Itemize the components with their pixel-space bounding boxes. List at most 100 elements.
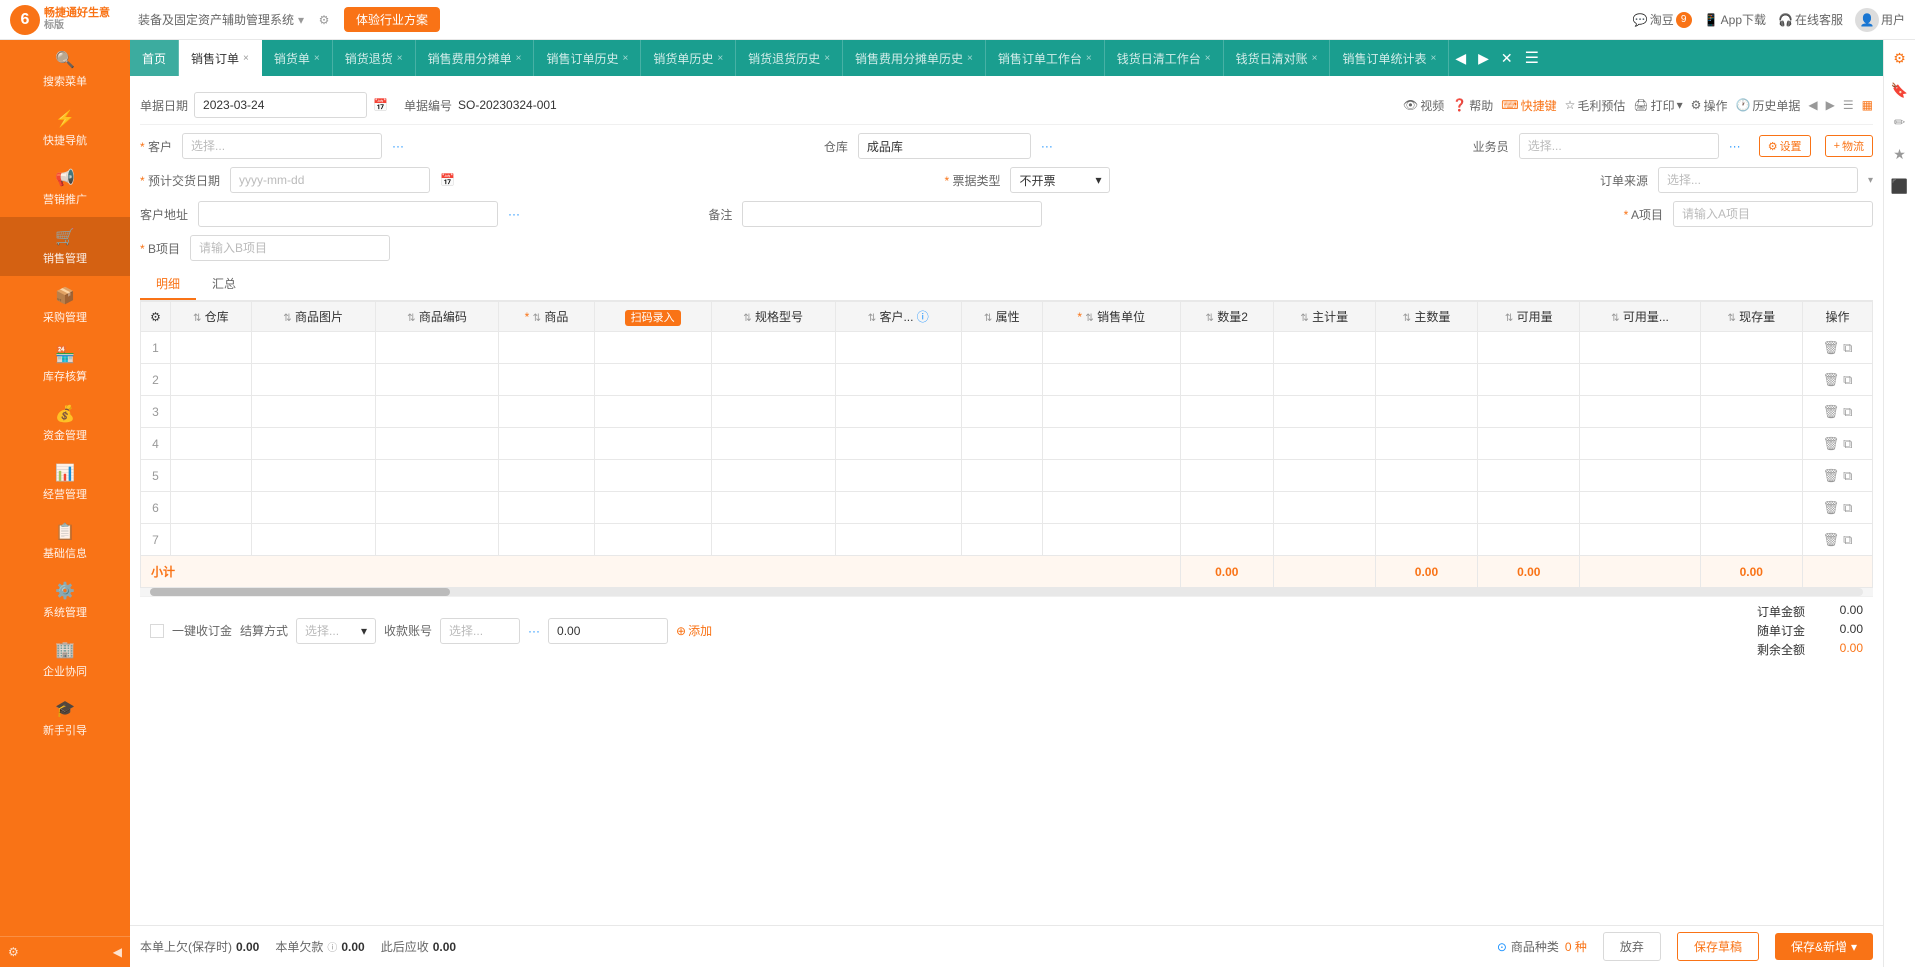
row-6-stock[interactable] — [1700, 492, 1802, 524]
row-2-customer-code[interactable] — [835, 364, 961, 396]
row-7-available2[interactable] — [1580, 524, 1700, 556]
right-icon-edit[interactable]: ✏ — [1886, 108, 1914, 136]
col-image[interactable]: ⇅ 商品图片 — [251, 302, 375, 332]
row-7-spec[interactable] — [711, 524, 835, 556]
account-select[interactable]: 选择... — [440, 618, 520, 644]
row-2-quantity2[interactable] — [1180, 364, 1273, 396]
sidebar-item-guide[interactable]: 🎓 新手引导 — [0, 689, 130, 748]
row-1-attribute[interactable] — [961, 332, 1042, 364]
sidebar-item-enterprise[interactable]: 🏢 企业协同 — [0, 630, 130, 689]
col-quantity2[interactable]: ⇅ 数量2 — [1180, 302, 1273, 332]
row-1-scan[interactable] — [594, 332, 711, 364]
col-available2[interactable]: ⇅ 可用量... — [1580, 302, 1700, 332]
row-1-warehouse[interactable] — [171, 332, 252, 364]
row-6-sales-unit[interactable] — [1042, 492, 1180, 524]
row-2-sales-unit[interactable] — [1042, 364, 1180, 396]
row-7-main-qty[interactable] — [1375, 524, 1477, 556]
row-3-image[interactable] — [251, 396, 375, 428]
row-3-available2[interactable] — [1580, 396, 1700, 428]
row-3-customer-code[interactable] — [835, 396, 961, 428]
settings-icon[interactable]: ⚙ — [312, 8, 336, 32]
row-1-quantity2[interactable] — [1180, 332, 1273, 364]
add-payment-btn[interactable]: ⊕添加 — [676, 622, 712, 639]
row-4-warehouse[interactable] — [171, 428, 252, 460]
tab-close-all-btn[interactable]: ✕ — [1495, 50, 1519, 67]
payment-amount-input[interactable] — [548, 618, 668, 644]
row-3-spec[interactable] — [711, 396, 835, 428]
row-2-scan[interactable] — [594, 364, 711, 396]
sidebar-collapse-icon[interactable]: ◀ — [113, 945, 122, 959]
row-5-code[interactable] — [375, 460, 499, 492]
row-5-scan[interactable] — [594, 460, 711, 492]
row-4-customer-code[interactable] — [835, 428, 961, 460]
row-2-main-unit[interactable] — [1273, 364, 1375, 396]
row-7-attribute[interactable] — [961, 524, 1042, 556]
row-4-sales-unit[interactable] — [1042, 428, 1180, 460]
row-2-spec[interactable] — [711, 364, 835, 396]
salesperson-more-btn[interactable]: ··· — [1729, 139, 1741, 153]
print-btn[interactable]: 🖨打印 ▾ — [1633, 97, 1682, 114]
row-4-main-qty[interactable] — [1375, 428, 1477, 460]
row-1-code[interactable] — [375, 332, 499, 364]
warehouse-more-btn[interactable]: ··· — [1041, 139, 1053, 153]
row-6-scan[interactable] — [594, 492, 711, 524]
row-3-attribute[interactable] — [961, 396, 1042, 428]
tab-sales-return[interactable]: 销货单 × — [262, 40, 333, 76]
tab-cash-reconcile[interactable]: 钱货日清对账 × — [1224, 40, 1331, 76]
tab-home[interactable]: 首页 — [130, 40, 179, 76]
row-2-stock[interactable] — [1700, 364, 1802, 396]
row-4-quantity2[interactable] — [1180, 428, 1273, 460]
customer-input[interactable] — [182, 133, 382, 159]
row-5-available2[interactable] — [1580, 460, 1700, 492]
settings-btn[interactable]: ⚙设置 — [1759, 135, 1811, 157]
date-input[interactable] — [194, 92, 367, 118]
discard-button[interactable]: 放弃 — [1603, 932, 1661, 961]
row-5-available[interactable] — [1478, 460, 1580, 492]
col-available[interactable]: ⇅ 可用量 — [1478, 302, 1580, 332]
online-service-btn[interactable]: 🎧 在线客服 — [1778, 11, 1843, 28]
row-3-stock[interactable] — [1700, 396, 1802, 428]
row-2-delete-icon[interactable]: 🗑 — [1823, 372, 1840, 388]
row-5-image[interactable] — [251, 460, 375, 492]
notification-btn[interactable]: 💬 淘豆 9 — [1633, 11, 1692, 28]
detail-tab-detail[interactable]: 明细 — [140, 269, 196, 300]
row-1-available[interactable] — [1478, 332, 1580, 364]
row-1-main-unit[interactable] — [1273, 332, 1375, 364]
row-6-main-qty[interactable] — [1375, 492, 1477, 524]
tab-prev-btn[interactable]: ◀ — [1449, 50, 1472, 67]
row-1-copy-icon[interactable]: ⧉ — [1843, 340, 1852, 356]
row-2-warehouse[interactable] — [171, 364, 252, 396]
row-1-product[interactable] — [499, 332, 594, 364]
history-btn[interactable]: 🕐历史单据 — [1735, 97, 1800, 114]
row-6-spec[interactable] — [711, 492, 835, 524]
row-7-stock[interactable] — [1700, 524, 1802, 556]
one-click-checkbox[interactable] — [150, 624, 164, 638]
row-1-customer-code[interactable] — [835, 332, 961, 364]
sidebar-item-marketing[interactable]: 📢 营销推广 — [0, 158, 130, 217]
tab-fee-history[interactable]: 销售费用分摊单历史 × — [843, 40, 986, 76]
tab-sales-workbench[interactable]: 销售订单工作台 × — [986, 40, 1105, 76]
row-7-product[interactable] — [499, 524, 594, 556]
row-1-stock[interactable] — [1700, 332, 1802, 364]
nav-next-icon[interactable]: ▶ — [1826, 98, 1835, 112]
row-3-main-qty[interactable] — [1375, 396, 1477, 428]
row-7-main-unit[interactable] — [1273, 524, 1375, 556]
row-1-available2[interactable] — [1580, 332, 1700, 364]
account-more-btn[interactable]: ··· — [528, 624, 540, 638]
delivery-date-calendar-icon[interactable]: 📅 — [440, 173, 455, 187]
sidebar-settings-icon[interactable]: ⚙ — [8, 945, 19, 959]
tab-cash-daily[interactable]: 钱货日清工作台 × — [1105, 40, 1224, 76]
col-scan[interactable]: 扫码录入 — [594, 302, 711, 332]
tab-sales-order[interactable]: 销售订单 × — [179, 40, 262, 76]
sidebar-item-quicknav[interactable]: ⚡ 快捷导航 — [0, 99, 130, 158]
col-settings[interactable]: ⚙ — [141, 302, 171, 332]
row-7-image[interactable] — [251, 524, 375, 556]
row-4-spec[interactable] — [711, 428, 835, 460]
col-main-qty[interactable]: ⇅ 主数量 — [1375, 302, 1477, 332]
row-2-attribute[interactable] — [961, 364, 1042, 396]
sidebar-item-finance[interactable]: 💰 资金管理 — [0, 394, 130, 453]
right-icon-star[interactable]: ★ — [1886, 140, 1914, 168]
row-1-sales-unit[interactable] — [1042, 332, 1180, 364]
row-4-delete-icon[interactable]: 🗑 — [1823, 436, 1840, 452]
row-3-quantity2[interactable] — [1180, 396, 1273, 428]
